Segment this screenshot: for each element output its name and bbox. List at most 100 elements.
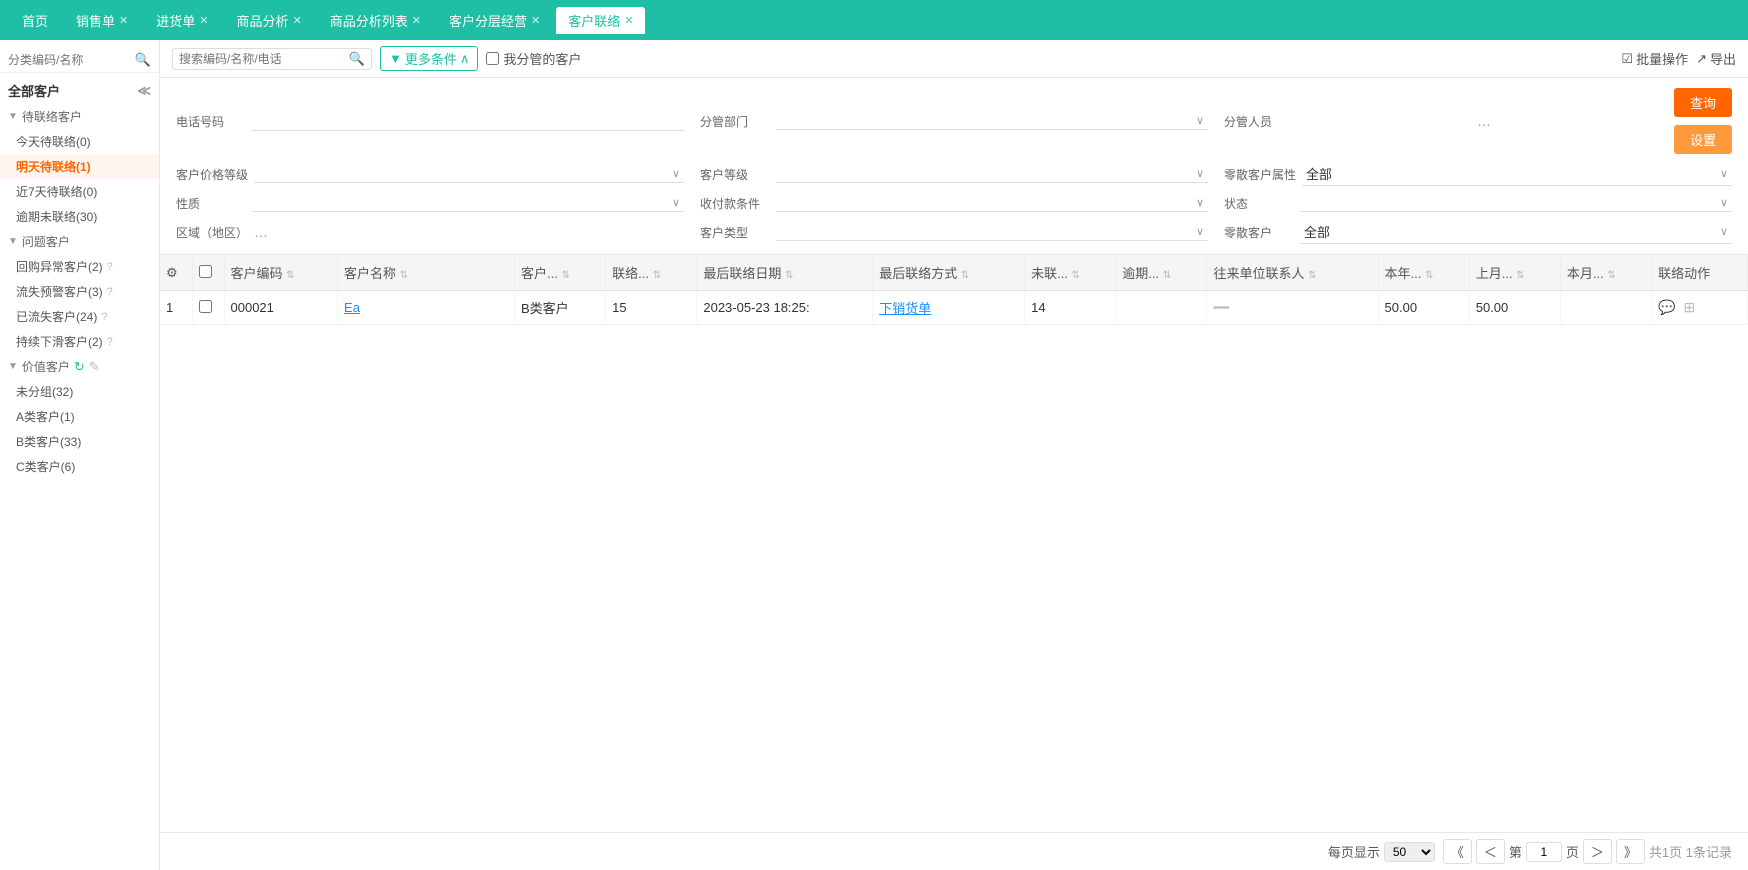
help-icon-churn: ? [107, 286, 113, 298]
filter-region-dots[interactable]: … [254, 224, 268, 240]
table-footer: 每页显示 50 10 20 100 《 ＜ 第 页 ＞ 》 共1页 1条记录 [160, 832, 1748, 870]
help-icon-churned: ? [101, 311, 107, 323]
nav-goods-analysis[interactable]: 商品分析 ✕ [224, 7, 313, 34]
sidebar-item-overdue[interactable]: 逾期未联络(30) [0, 204, 159, 229]
first-page-btn[interactable]: 《 [1443, 839, 1472, 864]
top-nav: 首页 销售单 ✕ 进货单 ✕ 商品分析 ✕ 商品分析列表 ✕ 客户分层经营 ✕ … [0, 0, 1748, 40]
sort-icon-code[interactable]: ⇅ [286, 270, 294, 281]
content-area: 🔍 ▼ 更多条件 ∧ 我分管的客户 ☑ 批量操作 ↗ 导出 [160, 40, 1748, 870]
next-page-btn[interactable]: ＞ [1583, 839, 1612, 864]
sidebar-all-customers[interactable]: 全部客户 ≪ [0, 77, 159, 104]
sort-icon-name[interactable]: ⇅ [400, 270, 408, 281]
nav-home[interactable]: 首页 [10, 7, 60, 34]
sidebar-item-declining[interactable]: 持续下滑客户(2) ? [0, 329, 159, 354]
value-refresh-icon[interactable]: ↻ [74, 359, 85, 375]
sidebar-item-repurchase-abnormal[interactable]: 回购异常客户(2) ? [0, 254, 159, 279]
filter-customer-type-label: 客户类型 [700, 224, 770, 241]
page-number-input[interactable] [1526, 842, 1562, 862]
export-btn[interactable]: ↗ 导出 [1696, 49, 1736, 68]
action-grid-icon[interactable]: ⊞ [1684, 299, 1696, 316]
filter-gender: 性质 ∨ [176, 194, 684, 212]
nav-purchase[interactable]: 进货单 ✕ [144, 7, 220, 34]
value-edit-icon[interactable]: ✎ [89, 359, 100, 375]
nav-customer-tier-close[interactable]: ✕ [531, 14, 540, 27]
my-customers-checkbox[interactable] [486, 52, 499, 65]
sidebar-item-ungrouped[interactable]: 未分组(32) [0, 379, 159, 404]
sort-icon-no-contact[interactable]: ⇅ [1072, 270, 1080, 281]
sidebar-group-value[interactable]: 价值客户 ↻ ✎ [0, 354, 159, 379]
sort-icon-contact[interactable]: ⇅ [653, 270, 661, 281]
search-submit-icon[interactable]: 🔍 [349, 51, 365, 67]
sort-icon-overdue[interactable]: ⇅ [1163, 270, 1171, 281]
filter-payment-select[interactable]: ∨ [776, 194, 1208, 212]
sort-icon-type[interactable]: ⇅ [561, 270, 569, 281]
filter-retail-customer-select[interactable]: 全部∨ [1300, 220, 1732, 244]
settings-col-icon[interactable]: ⚙ [166, 265, 178, 280]
sidebar-group-problem[interactable]: 问题客户 [0, 229, 159, 254]
filter-status-select[interactable]: ∨ [1300, 194, 1732, 212]
sidebar-item-week-pending[interactable]: 近7天待联络(0) [0, 179, 159, 204]
action-comment-icon[interactable]: 💬 [1658, 299, 1675, 316]
row-name[interactable]: Ea [338, 291, 515, 325]
table-wrap: ⚙ 客户编码 ⇅ 客户名称 ⇅ 客户... ⇅ 联络... ⇅ 最后联络日期 ⇅… [160, 255, 1748, 832]
sidebar-collapse-icon[interactable]: ≪ [137, 83, 151, 99]
nav-customer-tier[interactable]: 客户分层经营 ✕ [437, 7, 552, 34]
filter-dept: 分管部门 ∨ [700, 88, 1208, 154]
th-contact: 联络... ⇅ [606, 255, 697, 291]
total-text: 共1页 1条记录 [1649, 842, 1732, 861]
nav-home-label: 首页 [22, 11, 48, 30]
sidebar-item-churn-warning[interactable]: 流失预警客户(3) ? [0, 279, 159, 304]
sidebar-item-tomorrow-pending[interactable]: 明天待联络(1) [0, 154, 159, 179]
last-page-btn[interactable]: 》 [1616, 839, 1645, 864]
filter-manager-dots[interactable]: … [1477, 113, 1491, 129]
search-input[interactable] [179, 52, 349, 66]
sort-icon-last-date[interactable]: ⇅ [785, 270, 793, 281]
sidebar-item-churned[interactable]: 已流失客户(24) ? [0, 304, 159, 329]
nav-goods-analysis-close[interactable]: ✕ [293, 14, 302, 27]
help-icon-repurchase: ? [107, 261, 113, 273]
select-all-checkbox[interactable] [199, 265, 212, 278]
nav-sales[interactable]: 销售单 ✕ [64, 7, 140, 34]
sort-icon-contact-person[interactable]: ⇅ [1308, 270, 1316, 281]
last-method-link[interactable]: 下销货单 [879, 301, 931, 316]
page-size-select[interactable]: 50 10 20 100 [1384, 842, 1435, 862]
row-select-checkbox[interactable] [199, 300, 212, 313]
filter-dept-select[interactable]: ∨ [776, 112, 1208, 130]
sidebar-all-customers-label: 全部客户 [8, 81, 60, 100]
settings-btn[interactable]: 设置 [1674, 125, 1732, 154]
page-size-select-wrap: 每页显示 50 10 20 100 [1328, 842, 1435, 862]
th-type: 客户... ⇅ [514, 255, 605, 291]
nav-goods-analysis-list-label: 商品分析列表 [330, 11, 408, 30]
nav-sales-close[interactable]: ✕ [119, 14, 128, 27]
sidebar-item-type-a[interactable]: A类客户(1) [0, 404, 159, 429]
more-filter-btn[interactable]: ▼ 更多条件 ∧ [380, 46, 478, 71]
sort-icon-last-month[interactable]: ⇅ [1516, 270, 1524, 281]
filter-gender-select[interactable]: ∨ [252, 194, 684, 212]
batch-btn[interactable]: ☑ 批量操作 [1621, 49, 1688, 68]
sort-icon-this-month[interactable]: ⇅ [1607, 270, 1615, 281]
sidebar-item-type-b[interactable]: B类客户(33) [0, 429, 159, 454]
th-this-year: 本年... ⇅ [1378, 255, 1469, 291]
nav-goods-analysis-list-close[interactable]: ✕ [412, 14, 421, 27]
sidebar-search-icon[interactable]: 🔍 [135, 52, 151, 68]
sort-icon-last-method[interactable]: ⇅ [961, 270, 969, 281]
th-code: 客户编码 ⇅ [224, 255, 338, 291]
sidebar-search-input[interactable] [8, 53, 135, 67]
row-seq: 1 [160, 291, 192, 325]
filter-phone-input[interactable] [252, 112, 684, 131]
sidebar-group-pending[interactable]: 待联络客户 [0, 104, 159, 129]
sidebar-item-today-pending[interactable]: 今天待联络(0) [0, 129, 159, 154]
filter-customer-value-select[interactable]: ∨ [254, 165, 684, 183]
query-btn[interactable]: 查询 [1674, 88, 1732, 117]
nav-customer-contact-close[interactable]: ✕ [624, 14, 633, 27]
nav-purchase-close[interactable]: ✕ [199, 14, 208, 27]
filter-retail-attr-select[interactable]: 全部∨ [1302, 162, 1732, 186]
sidebar-item-type-c[interactable]: C类客户(6) [0, 454, 159, 479]
prev-page-btn[interactable]: ＜ [1476, 839, 1505, 864]
nav-goods-analysis-list[interactable]: 商品分析列表 ✕ [318, 7, 433, 34]
filter-customer-type-select[interactable]: ∨ [776, 223, 1208, 241]
sort-icon-this-year[interactable]: ⇅ [1425, 270, 1433, 281]
th-no-contact: 未联... ⇅ [1025, 255, 1116, 291]
filter-customer-grade-select[interactable]: ∨ [776, 165, 1208, 183]
nav-customer-contact[interactable]: 客户联络 ✕ [556, 7, 645, 34]
